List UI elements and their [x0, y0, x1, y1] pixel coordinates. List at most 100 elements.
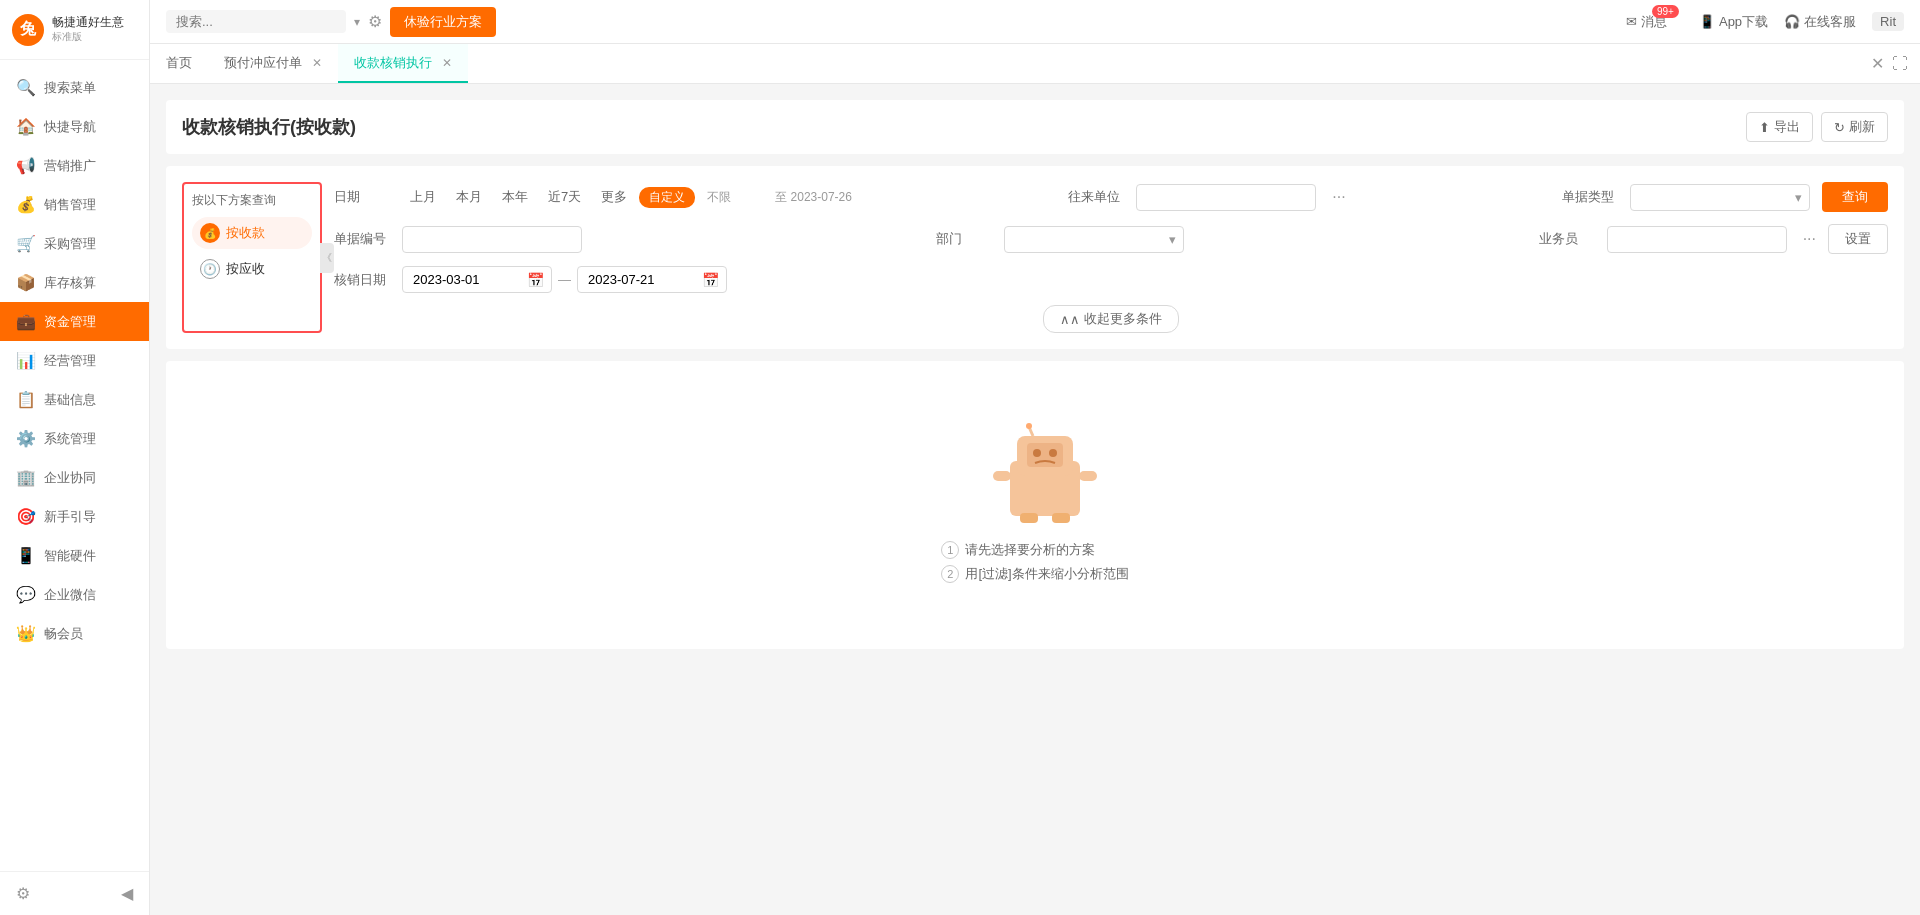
- target-icon: 🎯: [16, 507, 36, 526]
- collapse-filter-icon[interactable]: 《: [320, 243, 334, 273]
- counterpart-input[interactable]: [1136, 184, 1316, 211]
- filter-option-by-receipt[interactable]: 💰 按收款: [192, 217, 312, 249]
- sidebar-item-wechat[interactable]: 💬 企业微信: [0, 575, 149, 614]
- solution-button[interactable]: 休验行业方案: [390, 7, 496, 37]
- filter-option-receivable-label: 按应收: [226, 260, 265, 278]
- window-expand-icon[interactable]: ⛶: [1892, 55, 1908, 73]
- sidebar-item-sales[interactable]: 💰 销售管理: [0, 185, 149, 224]
- filter-option-by-receivable[interactable]: 🕐 按应收: [192, 253, 312, 285]
- date-btn-this-month[interactable]: 本月: [448, 186, 490, 208]
- query-button[interactable]: 查询: [1822, 182, 1888, 212]
- settings-button[interactable]: 设置: [1828, 224, 1888, 254]
- sidebar-item-hardware[interactable]: 📱 智能硬件: [0, 536, 149, 575]
- user-info[interactable]: Rit: [1872, 12, 1904, 31]
- empty-hints: 1 请先选择要分析的方案 2 用[过滤]条件来缩小分析范围: [941, 541, 1128, 589]
- user-name: Rit: [1880, 14, 1896, 29]
- topbar-right: ✉ 消息 99+ 📱 App下载 🎧 在线客服 Rit: [1626, 12, 1904, 31]
- refresh-icon: ↻: [1834, 120, 1845, 135]
- filter-row-2: 单据编号 部门 业务员 ··· 设置: [334, 224, 1888, 254]
- tabbar: 首页 预付冲应付单 ✕ 收款核销执行 ✕ ✕ ⛶: [150, 44, 1920, 84]
- date-btn-last-month[interactable]: 上月: [402, 186, 444, 208]
- box-icon: 📦: [16, 273, 36, 292]
- verify-date-end-calendar-icon[interactable]: 📅: [702, 272, 719, 288]
- date-buttons: 上月 本月 本年 近7天 更多 自定义: [402, 186, 695, 208]
- verify-date-start-wrapper: 📅: [402, 266, 552, 293]
- date-no-limit: 不限: [707, 189, 763, 206]
- hint-text-2: 用[过滤]条件来缩小分析范围: [965, 565, 1128, 583]
- refresh-button[interactable]: ↻ 刷新: [1821, 112, 1888, 142]
- dept-select[interactable]: [1004, 226, 1184, 253]
- app-edition: 标准版: [52, 30, 124, 44]
- sidebar-item-label: 销售管理: [44, 196, 96, 214]
- doc-type-select[interactable]: [1630, 184, 1810, 211]
- doc-type-select-wrapper: [1630, 184, 1810, 211]
- sidebar-item-label: 库存核算: [44, 274, 96, 292]
- date-btn-this-year[interactable]: 本年: [494, 186, 536, 208]
- date-btn-7days[interactable]: 近7天: [540, 186, 589, 208]
- tab-collection[interactable]: 收款核销执行 ✕: [338, 44, 468, 83]
- empty-state: 1 请先选择要分析的方案 2 用[过滤]条件来缩小分析范围: [166, 361, 1904, 649]
- window-close-icon[interactable]: ✕: [1871, 54, 1884, 73]
- svg-point-3: [1033, 449, 1041, 457]
- tab-collection-close-icon[interactable]: ✕: [442, 56, 452, 70]
- date-btn-custom[interactable]: 自定义: [639, 187, 695, 208]
- sidebar-item-label: 采购管理: [44, 235, 96, 253]
- hint-text-1: 请先选择要分析的方案: [965, 541, 1095, 559]
- topbar-chevron-icon[interactable]: ▾: [354, 15, 360, 29]
- sidebar-item-marketing[interactable]: 📢 营销推广: [0, 146, 149, 185]
- date-to-text: 至 2023-07-26: [775, 189, 852, 206]
- service-icon: 🎧: [1784, 14, 1800, 29]
- collapse-more-button[interactable]: ∧∧ 收起更多条件: [1043, 305, 1179, 333]
- sidebar-item-inventory[interactable]: 📦 库存核算: [0, 263, 149, 302]
- sales-dots-icon[interactable]: ···: [1803, 230, 1816, 248]
- sidebar-item-label: 快捷导航: [44, 118, 96, 136]
- sidebar-item-finance[interactable]: 💼 资金管理: [0, 302, 149, 341]
- doc-type-label: 单据类型: [1562, 188, 1618, 206]
- sidebar-item-label: 畅会员: [44, 625, 83, 643]
- doc-no-input[interactable]: [402, 226, 582, 253]
- sidebar-item-member[interactable]: 👑 畅会员: [0, 614, 149, 653]
- verify-date-start-calendar-icon[interactable]: 📅: [527, 272, 544, 288]
- sidebar-item-purchase[interactable]: 🛒 采购管理: [0, 224, 149, 263]
- svg-rect-9: [993, 471, 1011, 481]
- sidebar-item-label: 基础信息: [44, 391, 96, 409]
- topbar: ▾ ⚙ 休验行业方案 ✉ 消息 99+ 📱 App下载 🎧 在线客服 Rit: [150, 0, 1920, 44]
- tab-prepay[interactable]: 预付冲应付单 ✕: [208, 44, 338, 83]
- filter-panel: 按以下方案查询 💰 按收款 🕐 按应收 《 日期 上月: [166, 166, 1904, 349]
- online-service-button[interactable]: 🎧 在线客服: [1784, 13, 1856, 31]
- sidebar-item-quick-nav[interactable]: 🏠 快捷导航: [0, 107, 149, 146]
- sidebar-item-search[interactable]: 🔍 搜索菜单: [0, 68, 149, 107]
- sidebar-item-label: 企业微信: [44, 586, 96, 604]
- cart-icon: 🛒: [16, 234, 36, 253]
- collapse-sidebar-icon[interactable]: ◀: [121, 884, 133, 903]
- sidebar-item-management[interactable]: 📊 经营管理: [0, 341, 149, 380]
- receivable-option-icon: 🕐: [200, 259, 220, 279]
- sidebar-item-label: 系统管理: [44, 430, 96, 448]
- counterpart-dots-icon[interactable]: ···: [1332, 188, 1345, 206]
- tab-home[interactable]: 首页: [150, 44, 208, 83]
- sidebar-item-enterprise[interactable]: 🏢 企业协同: [0, 458, 149, 497]
- export-button[interactable]: ⬆ 导出: [1746, 112, 1813, 142]
- empty-svg: [985, 421, 1105, 531]
- date-btn-more[interactable]: 更多: [593, 186, 635, 208]
- chart-icon: 📊: [16, 351, 36, 370]
- phone-icon: 📱: [16, 546, 36, 565]
- settings-bottom-icon[interactable]: ⚙: [16, 884, 30, 903]
- sidebar-item-guide[interactable]: 🎯 新手引导: [0, 497, 149, 536]
- app-logo-icon: 兔: [12, 14, 44, 46]
- sales-label: 业务员: [1539, 230, 1595, 248]
- sidebar-item-basic-info[interactable]: 📋 基础信息: [0, 380, 149, 419]
- empty-hint-2: 2 用[过滤]条件来缩小分析范围: [941, 565, 1128, 583]
- filter-row-3: 核销日期 📅 — 📅: [334, 266, 1888, 293]
- tab-prepay-close-icon[interactable]: ✕: [312, 56, 322, 70]
- topbar-search-input[interactable]: [166, 10, 346, 33]
- sales-input[interactable]: [1607, 226, 1787, 253]
- message-button[interactable]: ✉ 消息 99+: [1626, 13, 1667, 31]
- sidebar-item-label: 营销推广: [44, 157, 96, 175]
- topbar-gear-icon[interactable]: ⚙: [368, 12, 382, 31]
- verify-date-end-wrapper: 📅: [577, 266, 727, 293]
- sidebar-item-system[interactable]: ⚙️ 系统管理: [0, 419, 149, 458]
- app-download-button[interactable]: 📱 App下载: [1699, 13, 1768, 31]
- date-label: 日期: [334, 188, 390, 206]
- verify-date-range: 📅 — 📅: [402, 266, 727, 293]
